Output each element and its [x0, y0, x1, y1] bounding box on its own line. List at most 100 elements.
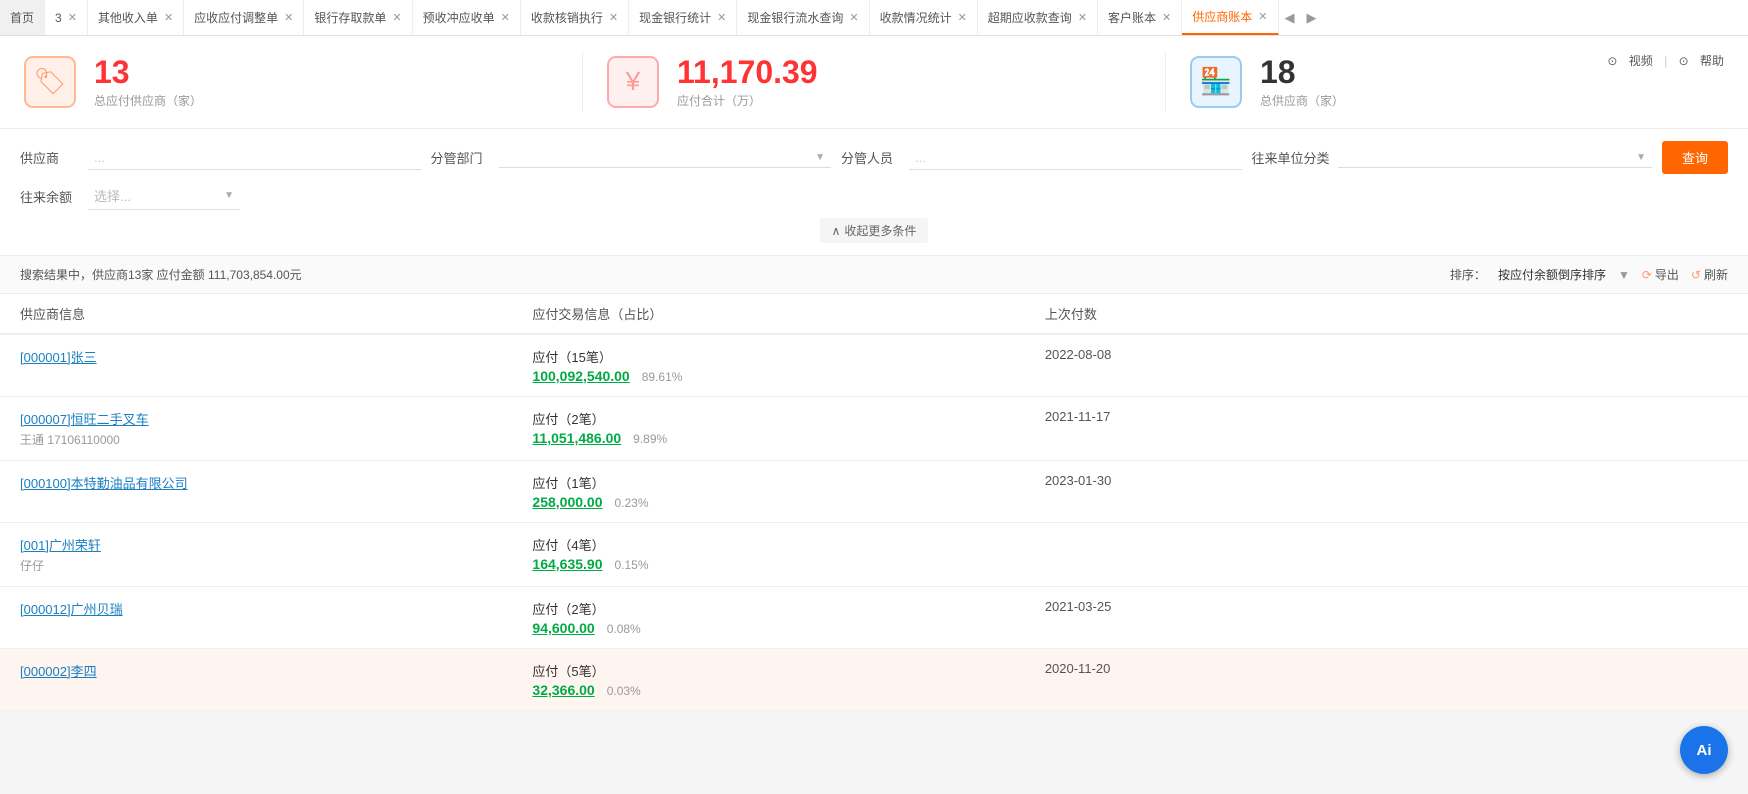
nav-ar-adjust[interactable]: 应收应付调整单 ✕	[184, 0, 304, 35]
results-summary: 搜索结果中，供应商13家 应付金额 111,703,854.00元	[20, 266, 302, 283]
close-icon[interactable]: ✕	[392, 11, 401, 24]
dept-filter-label: 分管部门	[431, 148, 491, 167]
nav-3[interactable]: 3 ✕	[45, 0, 88, 35]
chevron-down-icon: ▼	[815, 152, 825, 163]
payable-total-amount: 11,170.39	[677, 56, 818, 88]
close-icon[interactable]: ✕	[501, 11, 510, 24]
supplier-sub: 仔仔	[20, 557, 532, 574]
filter-supplier: 供应商	[20, 146, 421, 170]
table-row: [000002]李四 应付（5笔） 32,366.00 0.03% 2020-1…	[0, 649, 1748, 711]
svg-text:¥: ¥	[625, 66, 641, 96]
filter-person: 分管人员	[841, 146, 1242, 170]
summary-bar: 🏷 13 总应付供应商（家） ¥ 11,170.39 应付合计（万） 🏪	[0, 36, 1748, 129]
svg-text:🏷: 🏷	[33, 66, 66, 96]
header-transaction: 应付交易信息（占比）	[532, 304, 1044, 323]
nav-home[interactable]: 首页	[0, 0, 45, 35]
ai-label: Ai	[1697, 742, 1712, 759]
divider-1	[582, 52, 583, 112]
sort-selector[interactable]: 按应付余额倒序排序	[1498, 266, 1606, 283]
header-supplier: 供应商信息	[20, 304, 532, 323]
close-icon[interactable]: ✕	[68, 11, 77, 24]
nav-prepay[interactable]: 预收冲应收单 ✕	[413, 0, 521, 35]
close-icon[interactable]: ✕	[609, 11, 618, 24]
chevron-up-icon: ∧	[832, 224, 841, 238]
help-link[interactable]: 帮助	[1700, 54, 1724, 68]
nav-cash-flow[interactable]: 现金银行流水查询 ✕	[737, 0, 869, 35]
lastpay-date: 2021-03-25	[1045, 599, 1112, 614]
person-filter-input[interactable]	[909, 146, 1242, 170]
transaction-amount[interactable]: 32,366.00	[532, 682, 594, 698]
video-icon: ⊙	[1607, 54, 1617, 68]
nav-collection[interactable]: 收款核销执行 ✕	[521, 0, 629, 35]
close-icon[interactable]: ✕	[849, 11, 858, 24]
store-icon: 🏪	[1186, 52, 1246, 112]
total-supplier-count: 18	[1260, 56, 1344, 88]
close-icon[interactable]: ✕	[284, 11, 293, 24]
nav-next-arrow[interactable]: ▶	[1301, 10, 1323, 26]
transaction-amount[interactable]: 258,000.00	[532, 494, 602, 510]
transaction-amount[interactable]: 94,600.00	[532, 620, 594, 636]
nav-prev-arrow[interactable]: ◀	[1279, 10, 1301, 26]
table-header: 供应商信息 应付交易信息（占比） 上次付数	[0, 294, 1748, 335]
chevron-down-icon: ▼	[1618, 268, 1630, 282]
close-icon[interactable]: ✕	[1078, 11, 1087, 24]
supplier-filter-label: 供应商	[20, 148, 80, 167]
filter-unit-class: 往来单位分类 ▼	[1252, 148, 1653, 168]
divider-2	[1165, 52, 1166, 112]
close-icon[interactable]: ✕	[164, 11, 173, 24]
close-icon[interactable]: ✕	[1162, 11, 1171, 24]
chevron-down-icon: ▼	[224, 190, 234, 201]
results-actions: 排序： 按应付余额倒序排序 ▼ ⟳ 导出 ↺ 刷新	[1450, 266, 1728, 283]
filter-area: 供应商 分管部门 ▼ 分管人员 往来单位分类 ▼ 查询 往来余额 选择	[0, 129, 1748, 256]
query-button[interactable]: 查询	[1662, 141, 1728, 174]
supplier-filter-input[interactable]	[88, 146, 421, 170]
supplier-link[interactable]: [000012]广州贝瑞	[20, 602, 123, 617]
table-row: [000012]广州贝瑞 应付（2笔） 94,600.00 0.08% 2021…	[0, 587, 1748, 649]
refresh-icon: ↺	[1691, 268, 1701, 282]
supplier-link[interactable]: [000002]李四	[20, 664, 97, 679]
dept-filter-select[interactable]: ▼	[499, 148, 832, 168]
top-navigation: 首页 3 ✕ 其他收入单 ✕ 应收应付调整单 ✕ 银行存取款单 ✕ 预收冲应收单…	[0, 0, 1748, 36]
results-bar: 搜索结果中，供应商13家 应付金额 111,703,854.00元 排序： 按应…	[0, 256, 1748, 294]
refresh-button[interactable]: ↺ 刷新	[1691, 266, 1728, 283]
ai-button[interactable]: Ai	[1680, 726, 1728, 774]
nav-cash-stat[interactable]: 现金银行统计 ✕	[629, 0, 737, 35]
supplier-link[interactable]: [001]广州荣轩	[20, 538, 101, 553]
supplier-link[interactable]: [000100]本特勤油品有限公司	[20, 476, 188, 491]
total-supplier-label: 总供应商（家）	[1260, 92, 1344, 109]
transaction-amount[interactable]: 11,051,486.00	[532, 430, 621, 446]
table-row: [000007]恒旺二手叉车 王通 17106110000 应付（2笔） 11,…	[0, 397, 1748, 461]
lastpay-date: 2021-11-17	[1045, 409, 1111, 424]
video-link[interactable]: 视频	[1629, 54, 1653, 68]
transaction-amount[interactable]: 164,635.90	[532, 556, 602, 572]
transaction-amount[interactable]: 100,092,540.00	[532, 368, 629, 384]
nav-other-income[interactable]: 其他收入单 ✕	[88, 0, 184, 35]
nav-overdue[interactable]: 超期应收款查询 ✕	[978, 0, 1098, 35]
sort-label: 排序：	[1450, 266, 1486, 283]
close-icon[interactable]: ✕	[958, 11, 967, 24]
person-filter-label: 分管人员	[841, 148, 901, 167]
supplier-icon: 🏷	[20, 52, 80, 112]
transaction-pct: 0.23%	[614, 496, 648, 510]
export-button[interactable]: ⟳ 导出	[1642, 266, 1679, 283]
svg-text:🏪: 🏪	[1200, 66, 1232, 96]
nav-collection-stat[interactable]: 收款情况统计 ✕	[870, 0, 978, 35]
table-row: [000001]张三 应付（15笔） 100,092,540.00 89.61%…	[0, 335, 1748, 397]
nav-supplier-account[interactable]: 供应商账本 ✕	[1182, 0, 1278, 35]
unit-filter-select[interactable]: ▼	[1338, 148, 1652, 168]
balance-filter-select[interactable]: 选择... ▼	[88, 182, 240, 210]
nav-bank-deposit[interactable]: 银行存取款单 ✕	[304, 0, 412, 35]
nav-customer-account[interactable]: 客户账本 ✕	[1098, 0, 1182, 35]
collapse-button[interactable]: ∧ 收起更多条件	[820, 218, 929, 243]
unit-filter-label: 往来单位分类	[1252, 148, 1330, 167]
supplier-link[interactable]: [000001]张三	[20, 350, 97, 365]
payable-supplier-label: 总应付供应商（家）	[94, 92, 202, 109]
help-icon: ⊙	[1679, 54, 1689, 68]
filter-dept: 分管部门 ▼	[431, 148, 832, 168]
close-icon[interactable]: ✕	[1258, 10, 1267, 23]
supplier-link[interactable]: [000007]恒旺二手叉车	[20, 412, 149, 427]
filter-row-2: 往来余额 选择... ▼	[20, 182, 1728, 210]
lastpay-date: 2020-11-20	[1045, 661, 1111, 676]
supplier-sub: 王通 17106110000	[20, 431, 532, 448]
close-icon[interactable]: ✕	[717, 11, 726, 24]
